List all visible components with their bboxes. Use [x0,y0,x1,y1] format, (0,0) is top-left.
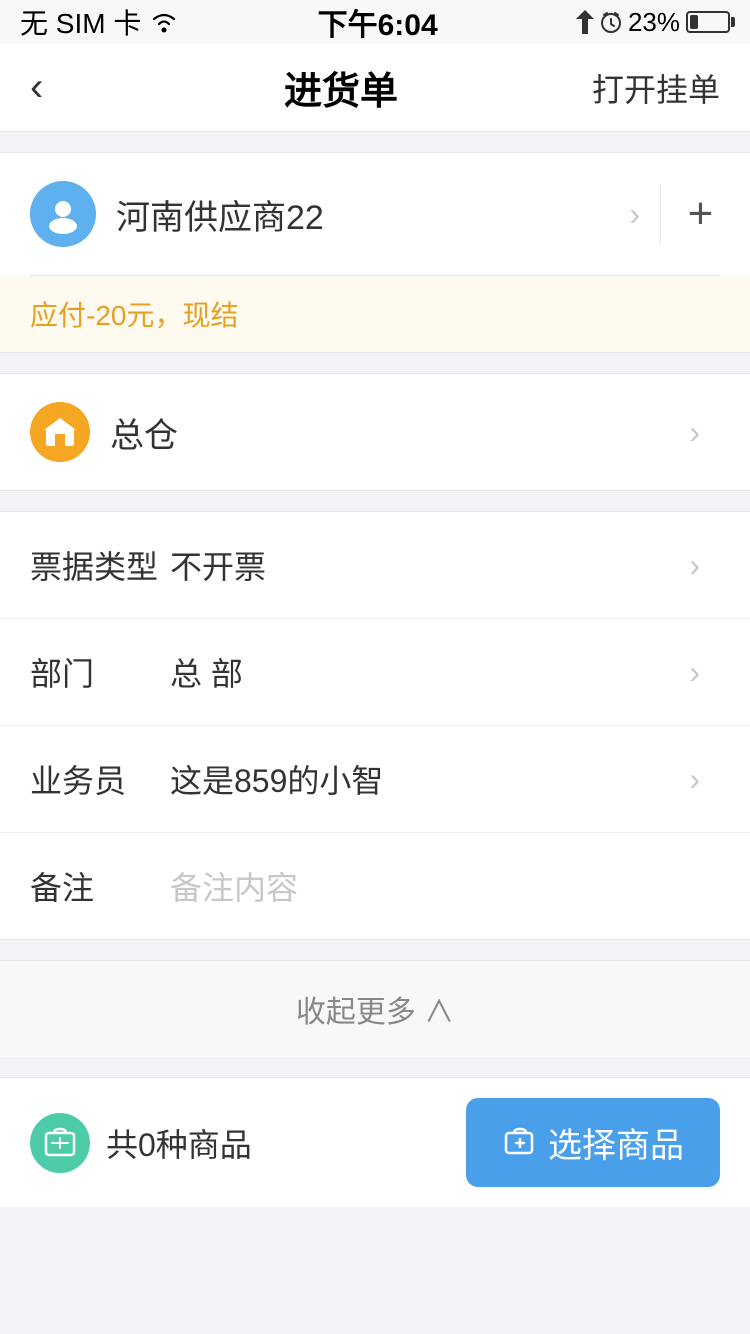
back-button[interactable]: ‹ [30,65,90,110]
supplier-avatar [30,181,96,247]
add-supplier-button[interactable]: + [660,184,720,244]
notice-bar: 应付-20元，现结 [0,276,750,352]
department-value: 总 部 [160,649,689,695]
carrier-label: 无 SIM 卡 [20,2,141,42]
select-product-label: 选择商品 [548,1118,684,1167]
cart-icon [502,1125,538,1161]
product-count-icon [30,1113,90,1173]
open-pending-button[interactable]: 打开挂单 [592,65,720,111]
supplier-section: 河南供应商22 › + 应付-20元，现结 [0,152,750,353]
page-title: 进货单 [284,60,398,115]
department-chevron-icon: › [689,654,700,691]
salesman-value: 这是859的小智 [160,756,689,802]
alarm-icon [600,11,622,33]
supplier-name: 河南供应商22 [116,190,629,239]
department-row[interactable]: 部门 总 部 › [0,619,750,726]
salesman-row[interactable]: 业务员 这是859的小智 › [0,726,750,833]
status-bar: 无 SIM 卡 下午6:04 23% [0,0,750,44]
gap2 [0,353,750,373]
invoice-type-chevron-icon: › [689,547,700,584]
salesman-label: 业务员 [30,756,160,802]
invoice-type-label: 票据类型 [30,542,160,588]
wifi-icon [149,11,179,33]
warehouse-row[interactable]: 总仓 › [0,373,750,491]
remark-input[interactable]: 备注内容 [160,863,720,909]
notice-text: 应付-20元，现结 [30,300,238,331]
supplier-chevron-icon: › [629,196,640,233]
warehouse-icon [30,402,90,462]
collapse-button[interactable]: 收起更多 ∧ [0,960,750,1057]
warehouse-name: 总仓 [110,408,689,457]
gap1 [0,132,750,152]
product-count-label: 共0种商品 [106,1120,252,1166]
collapse-label: 收起更多 ∧ [296,996,454,1029]
supplier-row[interactable]: 河南供应商22 › + [0,153,750,275]
department-label: 部门 [30,649,160,695]
status-time: 下午6:04 [318,0,438,44]
battery-label: 23% [628,7,680,38]
form-section: 票据类型 不开票 › 部门 总 部 › 业务员 这是859的小智 › 备注 备注… [0,511,750,940]
status-right: 23% [576,7,730,38]
bottom-bar: 共0种商品 选择商品 [0,1077,750,1207]
select-product-button[interactable]: 选择商品 [466,1098,720,1187]
remark-row[interactable]: 备注 备注内容 [0,833,750,939]
invoice-type-row[interactable]: 票据类型 不开票 › [0,512,750,619]
status-left: 无 SIM 卡 [20,2,179,42]
invoice-type-value: 不开票 [160,542,689,588]
product-count-area: 共0种商品 [30,1113,252,1173]
warehouse-chevron-icon: › [689,414,700,451]
salesman-chevron-icon: › [689,761,700,798]
location-icon [576,10,594,34]
remark-label: 备注 [30,863,160,909]
battery-icon [686,11,730,33]
nav-bar: ‹ 进货单 打开挂单 [0,44,750,132]
